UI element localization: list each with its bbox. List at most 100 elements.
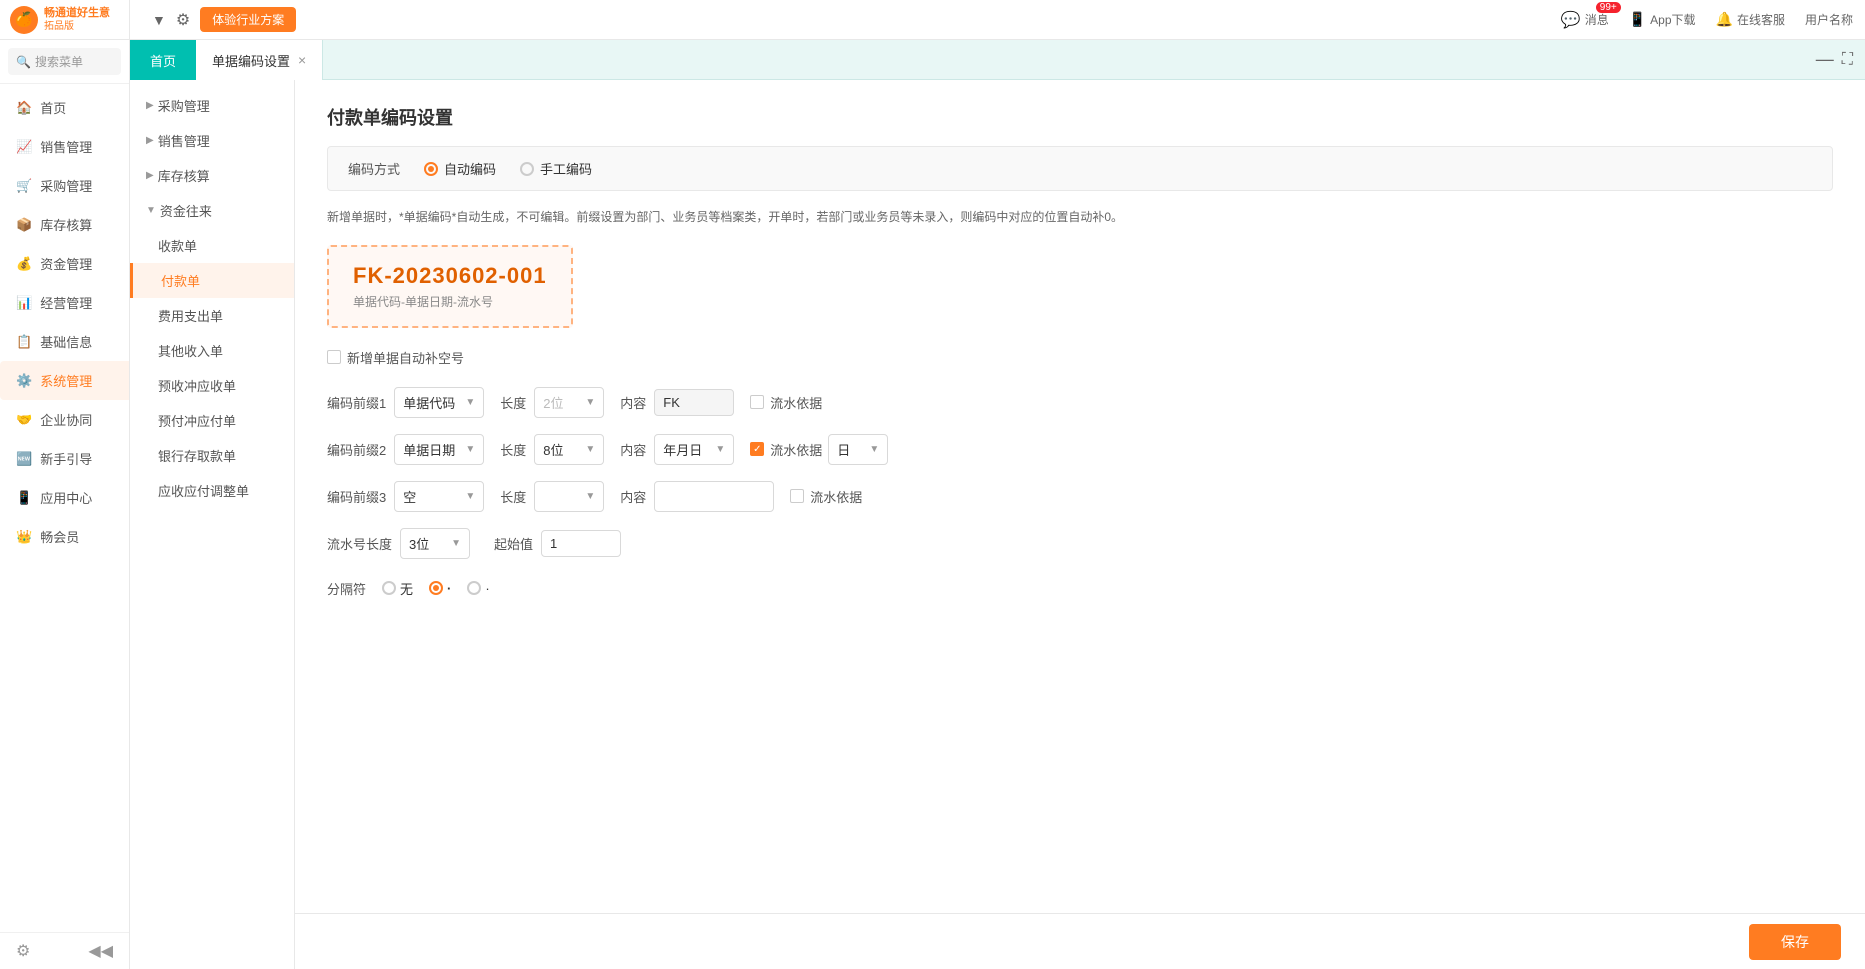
serial-row: 流水号长度 3位 ▼ 起始值 1 <box>327 528 1833 559</box>
footer-settings-icon[interactable]: ⚙ <box>16 941 30 961</box>
prefix3-label: 编码前缀3 <box>327 487 386 506</box>
service-icon: 🔔 <box>1716 11 1733 28</box>
sidebar-item-operation[interactable]: 📊 经营管理 <box>0 283 129 322</box>
sidebar-item-inventory[interactable]: 📦 库存核算 <box>0 205 129 244</box>
encode-row-2: 编码前缀2 单据日期 ▼ 长度 8位 ▼ <box>327 434 1833 465</box>
time-unit-select[interactable]: 日 ▼ <box>828 434 888 465</box>
sub-item-adjustment[interactable]: 应收应付调整单 <box>130 473 294 508</box>
stream2-checkbox[interactable]: ✓ <box>750 442 764 456</box>
top-bar-dropdown[interactable]: ▼ <box>152 12 166 28</box>
sidebar-item-guide[interactable]: 🆕 新手引导 <box>0 439 129 478</box>
sidebar-item-member[interactable]: 👑 畅会员 <box>0 517 129 556</box>
prefix2-select[interactable]: 单据日期 ▼ <box>394 434 484 465</box>
separator-dot2-radio[interactable]: · <box>467 581 489 596</box>
stream1-checkbox[interactable] <box>750 395 764 409</box>
sidebar: 🔍 搜索菜单 🏠 首页 📈 销售管理 🛒 采购管理 📦 <box>0 40 130 969</box>
auto-encode-radio[interactable]: 自动编码 <box>424 159 496 178</box>
content2-select[interactable]: 年月日 ▼ <box>654 434 734 465</box>
footer-collapse-icon[interactable]: ◀◀ <box>88 941 113 961</box>
auto-encode-label: 自动编码 <box>444 159 496 178</box>
auto-fill-checkbox[interactable] <box>327 350 341 364</box>
purchase-icon: 🛒 <box>16 178 32 194</box>
manual-encode-label: 手工编码 <box>540 159 592 178</box>
search-label: 搜索菜单 <box>35 53 83 70</box>
sidebar-item-home[interactable]: 🏠 首页 <box>0 88 129 127</box>
sidebar-item-purchase[interactable]: 🛒 采购管理 <box>0 166 129 205</box>
manual-encode-radio[interactable]: 手工编码 <box>520 159 592 178</box>
sidebar-nav: 🏠 首页 📈 销售管理 🛒 采购管理 📦 库存核算 💰 资金管理 <box>0 84 129 932</box>
tab-close-icon[interactable]: × <box>298 52 306 68</box>
message-badge: 99+ <box>1596 2 1621 13</box>
sub-item-pre-paid[interactable]: 预付冲应付单 <box>130 403 294 438</box>
length1-label: 长度 <box>500 393 526 412</box>
serial-length-select[interactable]: 3位 ▼ <box>400 528 470 559</box>
stream1-label: 流水依据 <box>770 393 822 412</box>
encoding-label: 编码方式 <box>348 159 400 178</box>
sub-group-purchase[interactable]: ▶ 采购管理 <box>130 88 294 123</box>
prefix3-select[interactable]: 空 ▼ <box>394 481 484 512</box>
auto-fill-label: 新增单据自动补空号 <box>347 348 464 367</box>
maximize-icon[interactable]: ⛶ <box>1842 51 1853 69</box>
sub-item-receipt[interactable]: 收款单 <box>130 228 294 263</box>
start-value-input[interactable]: 1 <box>541 530 621 557</box>
prefix1-select[interactable]: 单据代码 ▼ <box>394 387 484 418</box>
search-icon: 🔍 <box>16 55 31 69</box>
save-button[interactable]: 保存 <box>1749 924 1841 960</box>
separator-dot-radio[interactable]: · <box>429 581 451 596</box>
sub-item-payment[interactable]: 付款单 <box>130 263 294 298</box>
minimize-icon[interactable]: — <box>1816 49 1834 70</box>
service-label: 在线客服 <box>1737 11 1785 28</box>
length3-select[interactable]: ▼ <box>534 481 604 512</box>
operation-icon: 📊 <box>16 295 32 311</box>
logo-text: 畅通道好生意 拓品版 <box>44 6 110 33</box>
encode-row-3: 编码前缀3 空 ▼ 长度 ▼ <box>327 481 1833 512</box>
form-area: 付款单编码设置 编码方式 自动编码 <box>295 80 1865 913</box>
sales-icon: 📈 <box>16 139 32 155</box>
content1-label: 内容 <box>620 393 646 412</box>
sub-item-bank[interactable]: 银行存取款单 <box>130 438 294 473</box>
inventory-icon: 📦 <box>16 217 32 233</box>
logo-icon: 🍊 <box>10 6 38 34</box>
chevron-right-icon2: ▶ <box>146 135 154 146</box>
chevron-right-icon: ▶ <box>146 100 154 111</box>
system-icon: ⚙️ <box>16 373 32 389</box>
sub-group-finance[interactable]: ▼ 资金往来 <box>130 193 294 228</box>
stream3-checkbox[interactable] <box>790 489 804 503</box>
sub-item-other-income[interactable]: 其他收入单 <box>130 333 294 368</box>
info-text: 新增单据时，*单据编码*自动生成，不可编辑。前缀设置为部门、业务员等档案类，开单… <box>327 207 1833 229</box>
sidebar-item-apps[interactable]: 📱 应用中心 <box>0 478 129 517</box>
sidebar-item-system[interactable]: ⚙️ 系统管理 <box>0 361 129 400</box>
sub-item-pre-received[interactable]: 预收冲应收单 <box>130 368 294 403</box>
tab-bar: 首页 单据编码设置 × — ⛶ <box>130 40 1865 80</box>
content3-label: 内容 <box>620 487 646 506</box>
tab-active[interactable]: 单据编码设置 × <box>196 40 323 80</box>
tab-home[interactable]: 首页 <box>130 40 196 80</box>
separator-row: 分隔符 无 · <box>327 579 1833 598</box>
sub-group-sales[interactable]: ▶ 销售管理 <box>130 123 294 158</box>
sidebar-search[interactable]: 🔍 搜索菜单 <box>0 40 129 84</box>
user-name[interactable]: 用户名称 <box>1805 11 1853 28</box>
separator-none-radio[interactable]: 无 <box>382 579 413 598</box>
settings-icon[interactable]: ⚙ <box>176 10 190 30</box>
industry-btn[interactable]: 体验行业方案 <box>200 7 296 32</box>
content2-label: 内容 <box>620 440 646 459</box>
sidebar-item-coop[interactable]: 🤝 企业协同 <box>0 400 129 439</box>
sub-group-inventory[interactable]: ▶ 库存核算 <box>130 158 294 193</box>
online-service-btn[interactable]: 🔔 在线客服 <box>1716 11 1785 28</box>
apps-icon: 📱 <box>16 490 32 506</box>
basic-icon: 📋 <box>16 334 32 350</box>
sidebar-item-sales[interactable]: 📈 销售管理 <box>0 127 129 166</box>
page-title: 付款单编码设置 <box>327 104 1833 130</box>
length2-select[interactable]: 8位 ▼ <box>534 434 604 465</box>
length1-select[interactable]: 2位 ▼ <box>534 387 604 418</box>
home-icon: 🏠 <box>16 100 32 116</box>
bottom-bar: 保存 <box>295 913 1865 969</box>
sub-item-expense[interactable]: 费用支出单 <box>130 298 294 333</box>
sidebar-item-basic[interactable]: 📋 基础信息 <box>0 322 129 361</box>
member-icon: 👑 <box>16 529 32 545</box>
app-download-btn[interactable]: 📱 App下载 <box>1629 11 1696 28</box>
sidebar-item-finance[interactable]: 💰 资金管理 <box>0 244 129 283</box>
prefix2-label: 编码前缀2 <box>327 440 386 459</box>
message-btn[interactable]: 💬 消息 99+ <box>1561 10 1609 30</box>
message-icon: 💬 <box>1561 10 1581 30</box>
